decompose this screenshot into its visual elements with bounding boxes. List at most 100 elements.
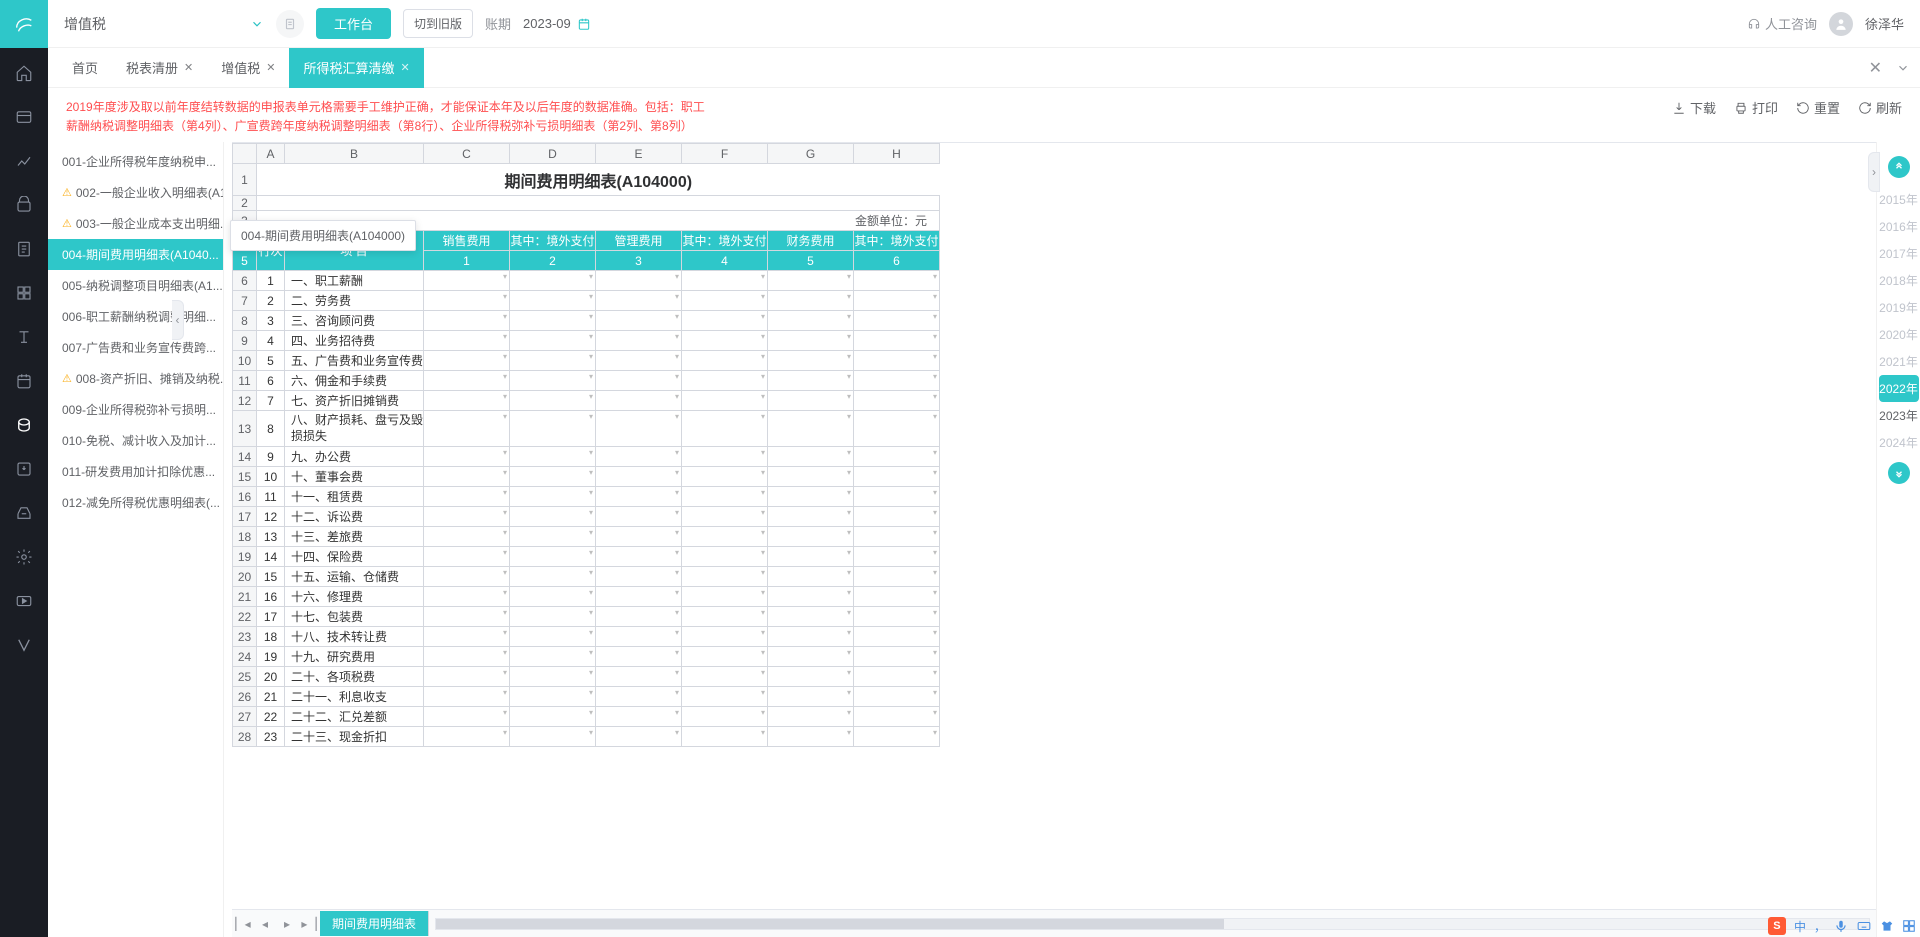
tab-close-icon[interactable]: ✕: [401, 61, 410, 74]
nav-home-icon[interactable]: [0, 54, 48, 92]
data-cell[interactable]: ▾: [596, 467, 682, 487]
data-cell[interactable]: ▾: [510, 627, 596, 647]
data-cell[interactable]: ▾: [424, 311, 510, 331]
data-cell[interactable]: ▾: [424, 351, 510, 371]
data-cell[interactable]: ▾: [854, 587, 940, 607]
data-cell[interactable]: ▾: [768, 447, 854, 467]
data-cell[interactable]: ▾: [682, 371, 768, 391]
nav-text-icon[interactable]: [0, 318, 48, 356]
data-cell[interactable]: ▾: [854, 727, 940, 747]
row-header[interactable]: 13: [233, 411, 257, 447]
data-cell[interactable]: ▾: [510, 467, 596, 487]
row-header[interactable]: 26: [233, 687, 257, 707]
consult-link[interactable]: 人工咨询: [1747, 14, 1817, 33]
data-cell[interactable]: ▾: [768, 487, 854, 507]
data-cell[interactable]: ▾: [596, 667, 682, 687]
data-cell[interactable]: ▾: [768, 391, 854, 411]
data-cell[interactable]: ▾: [510, 331, 596, 351]
data-cell[interactable]: ▾: [854, 687, 940, 707]
data-cell[interactable]: ▾: [768, 667, 854, 687]
data-cell[interactable]: ▾: [596, 351, 682, 371]
main-tab[interactable]: 首页: [58, 48, 112, 88]
col-header[interactable]: D: [510, 144, 596, 164]
data-cell[interactable]: ▾: [424, 687, 510, 707]
sheet-nav-first[interactable]: ▏◂: [232, 917, 254, 931]
data-cell[interactable]: ▾: [768, 331, 854, 351]
data-cell[interactable]: ▾: [424, 647, 510, 667]
side-list-item[interactable]: 004-期间费用明细表(A1040...: [48, 239, 223, 270]
data-cell[interactable]: ▾: [768, 707, 854, 727]
main-tab[interactable]: 增值税✕: [207, 48, 289, 88]
workbench-button[interactable]: 工作台: [316, 8, 391, 39]
year-item[interactable]: 2017年: [1879, 240, 1919, 267]
row-header[interactable]: 14: [233, 447, 257, 467]
year-scroll-down[interactable]: [1888, 462, 1910, 484]
horizontal-scrollbar[interactable]: [435, 918, 1870, 930]
nav-card-icon[interactable]: [0, 98, 48, 136]
data-cell[interactable]: ▾: [424, 371, 510, 391]
data-cell[interactable]: ▾: [424, 467, 510, 487]
data-cell[interactable]: ▾: [682, 567, 768, 587]
year-item[interactable]: 2020年: [1879, 321, 1919, 348]
data-cell[interactable]: ▾: [596, 727, 682, 747]
data-cell[interactable]: ▾: [768, 687, 854, 707]
col-header[interactable]: A: [257, 144, 285, 164]
ime-keyboard-icon[interactable]: [1856, 919, 1872, 933]
row-header[interactable]: 17: [233, 507, 257, 527]
data-cell[interactable]: ▾: [854, 547, 940, 567]
side-list-item[interactable]: 012-减免所得税优惠明细表(...: [48, 487, 223, 518]
data-cell[interactable]: ▾: [510, 371, 596, 391]
data-cell[interactable]: ▾: [768, 527, 854, 547]
year-item[interactable]: 2016年: [1879, 213, 1919, 240]
data-cell[interactable]: ▾: [596, 567, 682, 587]
row-header[interactable]: 16: [233, 487, 257, 507]
sheet-nav-prev[interactable]: ◂: [254, 917, 276, 931]
data-cell[interactable]: ▾: [424, 627, 510, 647]
data-cell[interactable]: ▾: [854, 351, 940, 371]
col-header[interactable]: C: [424, 144, 510, 164]
side-list-item[interactable]: ⚠003-一般企业成本支出明细...: [48, 208, 223, 239]
close-all-tabs-icon[interactable]: ✕: [1869, 58, 1882, 78]
tabs-menu-icon[interactable]: [1896, 61, 1910, 75]
data-cell[interactable]: ▾: [854, 667, 940, 687]
data-cell[interactable]: ▾: [424, 447, 510, 467]
doc-round-icon[interactable]: [276, 10, 304, 38]
data-cell[interactable]: ▾: [424, 607, 510, 627]
data-cell[interactable]: ▾: [510, 687, 596, 707]
data-cell[interactable]: ▾: [682, 547, 768, 567]
data-cell[interactable]: ▾: [768, 647, 854, 667]
data-cell[interactable]: ▾: [596, 527, 682, 547]
data-cell[interactable]: ▾: [854, 411, 940, 447]
data-cell[interactable]: ▾: [596, 371, 682, 391]
data-cell[interactable]: ▾: [682, 627, 768, 647]
tab-close-icon[interactable]: ✕: [266, 61, 275, 74]
data-cell[interactable]: ▾: [596, 331, 682, 351]
data-cell[interactable]: ▾: [768, 547, 854, 567]
data-cell[interactable]: ▾: [510, 547, 596, 567]
data-cell[interactable]: ▾: [682, 351, 768, 371]
data-cell[interactable]: ▾: [854, 707, 940, 727]
row-header[interactable]: 21: [233, 587, 257, 607]
nav-settings-icon[interactable]: [0, 538, 48, 576]
data-cell[interactable]: ▾: [854, 467, 940, 487]
nav-grid-icon[interactable]: [0, 274, 48, 312]
main-tab[interactable]: 税表清册✕: [112, 48, 207, 88]
nav-doc-icon[interactable]: [0, 230, 48, 268]
data-cell[interactable]: ▾: [596, 311, 682, 331]
data-cell[interactable]: ▾: [682, 487, 768, 507]
data-cell[interactable]: ▾: [510, 351, 596, 371]
data-cell[interactable]: ▾: [596, 507, 682, 527]
data-cell[interactable]: ▾: [768, 371, 854, 391]
data-cell[interactable]: ▾: [768, 311, 854, 331]
data-cell[interactable]: ▾: [682, 527, 768, 547]
data-cell[interactable]: ▾: [768, 567, 854, 587]
row-header[interactable]: 28: [233, 727, 257, 747]
data-cell[interactable]: ▾: [768, 607, 854, 627]
ime-lang[interactable]: 中: [1794, 918, 1806, 935]
data-cell[interactable]: ▾: [424, 411, 510, 447]
row-header[interactable]: 12: [233, 391, 257, 411]
data-cell[interactable]: ▾: [424, 291, 510, 311]
row-header[interactable]: 6: [233, 271, 257, 291]
data-cell[interactable]: ▾: [424, 271, 510, 291]
data-cell[interactable]: ▾: [596, 707, 682, 727]
